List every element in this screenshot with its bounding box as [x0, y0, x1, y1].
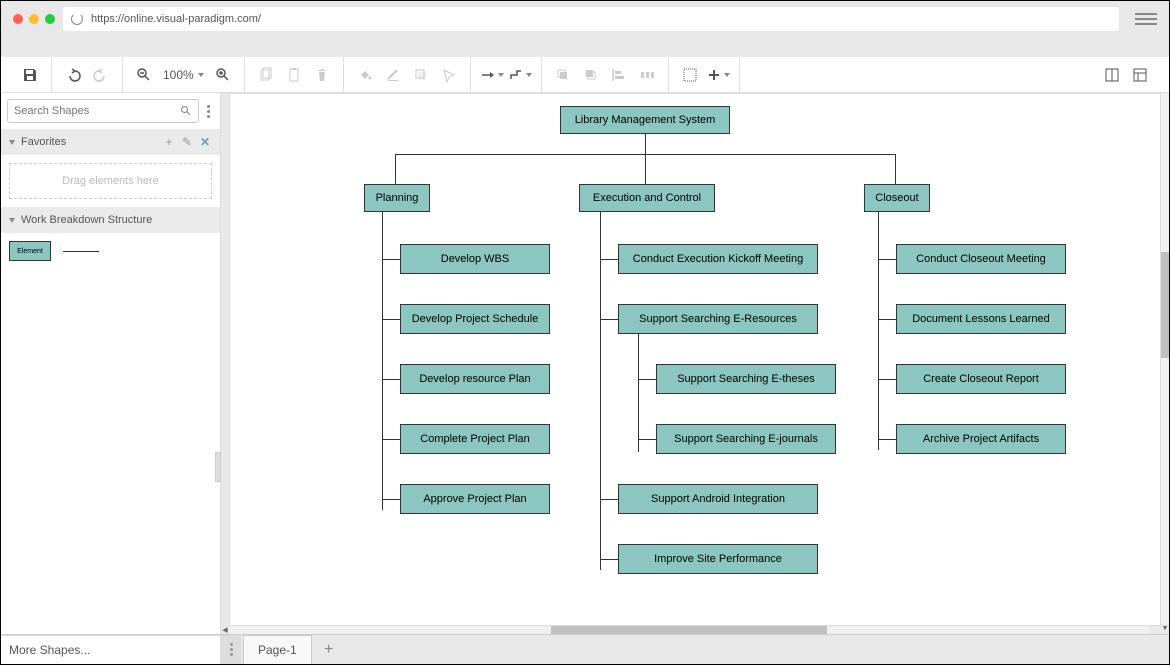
- node-execution[interactable]: Execution and Control: [579, 184, 715, 212]
- style-button[interactable]: [436, 62, 462, 88]
- url-text: https://online.visual-paradigm.com/: [91, 13, 261, 25]
- wbs-label: Work Breakdown Structure: [21, 214, 152, 226]
- collapse-icon: [9, 140, 15, 145]
- redo-button[interactable]: [88, 62, 114, 88]
- paste-button[interactable]: [281, 62, 307, 88]
- search-input[interactable]: [14, 105, 180, 117]
- favorites-section[interactable]: Favorites + ✎ ✕: [1, 129, 220, 155]
- connector-shape[interactable]: [63, 251, 99, 252]
- node-col2-3[interactable]: Improve Site Performance: [618, 544, 818, 574]
- grid-button[interactable]: [677, 62, 703, 88]
- node-planning[interactable]: Planning: [364, 184, 430, 212]
- format-panel-button[interactable]: [1099, 62, 1125, 88]
- favorites-label: Favorites: [21, 136, 66, 148]
- app-gap: [1, 37, 1169, 57]
- fill-button[interactable]: [352, 62, 378, 88]
- save-button[interactable]: [17, 62, 43, 88]
- node-root[interactable]: Library Management System: [560, 106, 730, 134]
- collapse-icon: [9, 218, 15, 223]
- zoom-out-button[interactable]: [131, 62, 157, 88]
- chevron-down-icon: [724, 73, 730, 77]
- url-bar[interactable]: https://online.visual-paradigm.com/: [63, 7, 1119, 31]
- hscroll-thumb[interactable]: [551, 626, 827, 634]
- add-button[interactable]: [705, 62, 731, 88]
- stroke-button[interactable]: [380, 62, 406, 88]
- chevron-down-icon: [198, 73, 204, 77]
- tab-drag-handle[interactable]: [221, 635, 241, 664]
- node-col3-3[interactable]: Archive Project Artifacts: [896, 424, 1066, 454]
- canvas-wrap: Library Management System Planning Execu…: [221, 93, 1169, 634]
- element-shape[interactable]: Element: [9, 241, 51, 261]
- page-tab-1[interactable]: Page-1: [243, 635, 312, 664]
- node-col2-0[interactable]: Conduct Execution Kickoff Meeting: [618, 244, 818, 274]
- edit-favorite-icon[interactable]: ✎: [180, 135, 194, 149]
- node-col2-sub-1[interactable]: Support Searching E-journals: [656, 424, 836, 454]
- connector-button[interactable]: [479, 62, 505, 88]
- drop-hint: Drag elements here: [62, 175, 159, 187]
- node-col3-2[interactable]: Create Closeout Report: [896, 364, 1066, 394]
- waypoint-button[interactable]: [507, 62, 533, 88]
- chevron-down-icon: [498, 73, 504, 77]
- element-shape-label: Element: [17, 248, 43, 255]
- undo-button[interactable]: [60, 62, 86, 88]
- delete-button[interactable]: [309, 62, 335, 88]
- vertical-scrollbar[interactable]: ▲ ▼: [1161, 93, 1169, 624]
- node-col3-1[interactable]: Document Lessons Learned: [896, 304, 1066, 334]
- footer: More Shapes... Page-1 +: [1, 634, 1169, 664]
- wbs-section[interactable]: Work Breakdown Structure: [1, 207, 220, 233]
- node-col3-0[interactable]: Conduct Closeout Meeting: [896, 244, 1066, 274]
- maximize-window-icon[interactable]: [45, 14, 55, 24]
- traffic-lights: [13, 14, 55, 24]
- shape-palette: Element: [1, 233, 220, 269]
- node-col1-1[interactable]: Develop Project Schedule: [400, 304, 550, 334]
- close-favorite-icon[interactable]: ✕: [198, 135, 212, 149]
- horizontal-scrollbar[interactable]: ◀ ▶: [229, 626, 1149, 634]
- node-col2-1[interactable]: Support Searching E-Resources: [618, 304, 818, 334]
- minimize-window-icon[interactable]: [29, 14, 39, 24]
- copy-button[interactable]: [253, 62, 279, 88]
- sidebar: Favorites + ✎ ✕ Drag elements here Work …: [1, 93, 221, 634]
- reload-icon[interactable]: [71, 13, 83, 25]
- node-closeout[interactable]: Closeout: [864, 184, 930, 212]
- vscroll-thumb[interactable]: [1161, 252, 1169, 358]
- scroll-down-icon[interactable]: ▼: [1161, 624, 1169, 632]
- distribute-button[interactable]: [634, 62, 660, 88]
- add-page-button[interactable]: +: [314, 635, 344, 664]
- favorites-drop-zone[interactable]: Drag elements here: [9, 163, 212, 199]
- scroll-left-icon[interactable]: ◀: [221, 626, 229, 634]
- shadow-button[interactable]: [408, 62, 434, 88]
- zoom-in-button[interactable]: [210, 62, 236, 88]
- node-col1-0[interactable]: Develop WBS: [400, 244, 550, 274]
- main-area: Favorites + ✎ ✕ Drag elements here Work …: [1, 93, 1169, 634]
- wbs-diagram: Library Management System Planning Execu…: [230, 94, 1160, 625]
- outline-panel-button[interactable]: [1127, 62, 1153, 88]
- search-shapes-input[interactable]: [7, 99, 199, 123]
- toolbar: 100%: [1, 57, 1169, 93]
- node-col1-3[interactable]: Complete Project Plan: [400, 424, 550, 454]
- node-col2-2[interactable]: Support Android Integration: [618, 484, 818, 514]
- search-icon: [180, 105, 192, 117]
- close-window-icon[interactable]: [13, 14, 23, 24]
- browser-bar: https://online.visual-paradigm.com/: [1, 1, 1169, 37]
- more-shapes-button[interactable]: More Shapes...: [1, 635, 220, 663]
- node-col1-2[interactable]: Develop resource Plan: [400, 364, 550, 394]
- menu-icon[interactable]: [1135, 10, 1157, 28]
- align-button[interactable]: [606, 62, 632, 88]
- to-back-button[interactable]: [578, 62, 604, 88]
- node-col2-sub-0[interactable]: Support Searching E-theses: [656, 364, 836, 394]
- add-favorite-icon[interactable]: +: [162, 135, 176, 149]
- node-col1-4[interactable]: Approve Project Plan: [400, 484, 550, 514]
- zoom-level[interactable]: 100%: [159, 68, 208, 82]
- chevron-down-icon: [526, 73, 532, 77]
- search-options-icon[interactable]: [203, 105, 214, 118]
- to-front-button[interactable]: [550, 62, 576, 88]
- canvas[interactable]: Library Management System Planning Execu…: [229, 93, 1161, 626]
